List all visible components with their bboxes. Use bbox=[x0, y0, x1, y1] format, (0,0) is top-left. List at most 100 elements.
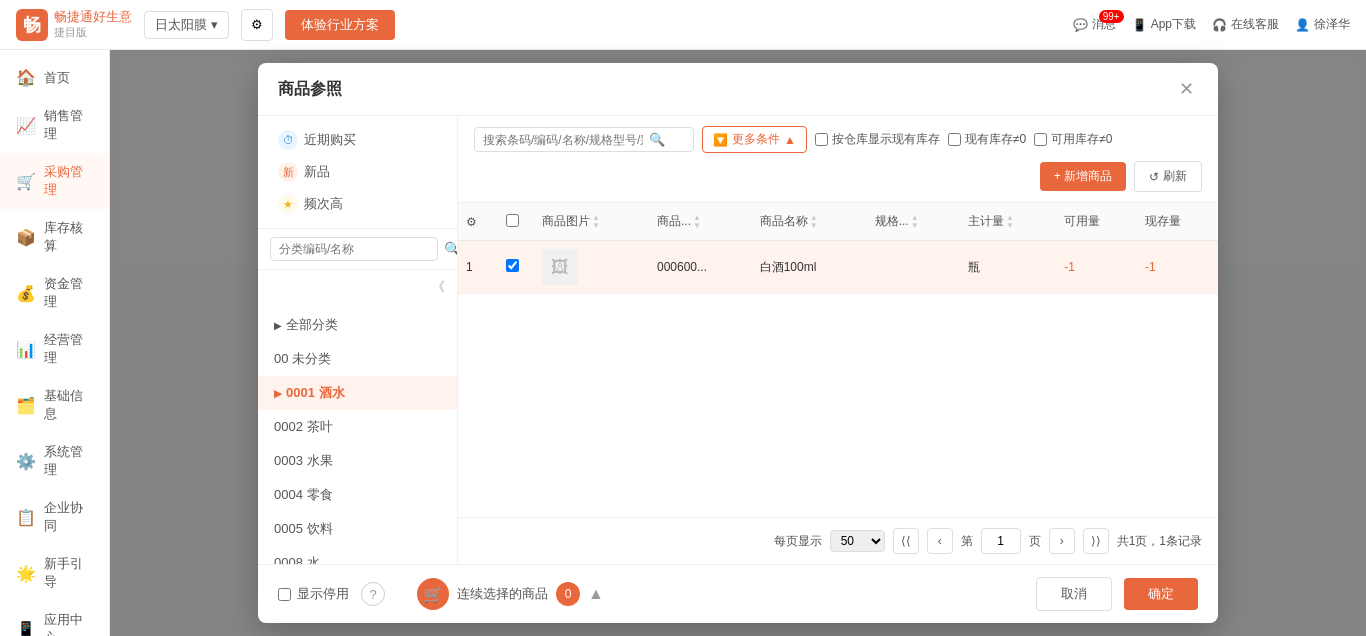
guide-icon: 🌟 bbox=[16, 564, 36, 583]
msg-icon-item[interactable]: 💬 消息 99+ bbox=[1073, 16, 1116, 33]
table-body: 1 🖼 000600... 白酒100ml bbox=[458, 241, 1218, 294]
sort-code[interactable]: 商品... ▲▼ bbox=[657, 213, 744, 230]
cat-0002[interactable]: 0002 茶叶 bbox=[258, 410, 457, 444]
app-download-item[interactable]: 📱 App下载 bbox=[1132, 16, 1196, 33]
sidebar-item-guide[interactable]: 🌟 新手引导 bbox=[0, 545, 109, 601]
branch-selector[interactable]: 日太阳膜 ▾ bbox=[144, 11, 229, 39]
recent-purchase[interactable]: ⏱ 近期购买 bbox=[270, 124, 445, 156]
logo-icon: 畅 bbox=[16, 9, 48, 41]
modal-close-button[interactable]: ✕ bbox=[1174, 77, 1198, 101]
td-unit: 瓶 bbox=[960, 241, 1056, 294]
trial-btn[interactable]: 体验行业方案 bbox=[285, 10, 395, 40]
category-search-input[interactable] bbox=[270, 237, 438, 261]
product-table: ⚙ 商品图片 ▲▼ bbox=[458, 203, 1218, 517]
quick-access: ⏱ 近期购买 新 新品 ★ 频次高 bbox=[258, 116, 457, 229]
cat-0003[interactable]: 0003 水果 bbox=[258, 444, 457, 478]
td-index: 1 bbox=[458, 241, 498, 294]
sort-spec[interactable]: 规格... ▲▼ bbox=[875, 213, 952, 230]
sort-image[interactable]: 商品图片 ▲▼ bbox=[542, 213, 641, 230]
cat-0001[interactable]: ▶ 0001 酒水 bbox=[258, 376, 457, 410]
select-all-checkbox[interactable] bbox=[506, 214, 519, 227]
th-name: 商品名称 ▲▼ bbox=[752, 203, 867, 241]
category-list: ▶ 全部分类 00 未分类 ▶ 0001 酒水 0002 茶 bbox=[258, 304, 457, 564]
product-panel: 🔍 🔽 更多条件 ▲ 按仓库显示现有库存 bbox=[458, 116, 1218, 564]
chevron-down-icon: ▾ bbox=[211, 17, 218, 32]
sidebar-item-purchase[interactable]: 🛒 采购管理 bbox=[0, 153, 109, 209]
td-code: 000600... bbox=[649, 241, 752, 294]
new-products[interactable]: 新 新品 bbox=[270, 156, 445, 188]
user-avatar: 👤 bbox=[1295, 18, 1310, 32]
chevron-up-icon: ▲ bbox=[784, 133, 796, 147]
prev-page-btn[interactable]: ‹ bbox=[927, 528, 953, 554]
warehouse-stock-checkbox[interactable]: 按仓库显示现有库存 bbox=[815, 131, 940, 148]
sidebar-item-finance[interactable]: 💰 资金管理 bbox=[0, 265, 109, 321]
product-search-input[interactable] bbox=[483, 133, 643, 147]
refresh-btn[interactable]: ↺ 刷新 bbox=[1134, 161, 1202, 192]
enterprise-icon: 📋 bbox=[16, 508, 36, 527]
th-stock: 现存量 bbox=[1137, 203, 1218, 241]
settings-icon[interactable]: ⚙ bbox=[466, 215, 477, 229]
sidebar-item-enterprise[interactable]: 📋 企业协同 bbox=[0, 489, 109, 545]
th-code: 商品... ▲▼ bbox=[649, 203, 752, 241]
collapse-cart-icon[interactable]: ▲ bbox=[588, 585, 604, 603]
sidebar-item-app-center[interactable]: 📱 应用中心 bbox=[0, 601, 109, 636]
gear-button[interactable]: ⚙ bbox=[241, 9, 273, 41]
product-search-icon[interactable]: 🔍 bbox=[649, 132, 665, 147]
th-image: 商品图片 ▲▼ bbox=[534, 203, 649, 241]
nonzero-stock-checkbox[interactable]: 现有库存≠0 bbox=[948, 131, 1026, 148]
td-spec bbox=[867, 241, 960, 294]
products-table-element: ⚙ 商品图片 ▲▼ bbox=[458, 203, 1218, 294]
cart-icon[interactable]: 🛒 bbox=[417, 578, 449, 610]
category-search: 🔍 bbox=[258, 229, 457, 270]
sidebar-item-basic-info[interactable]: 🗂️ 基础信息 bbox=[0, 377, 109, 433]
page-label: 第 bbox=[961, 533, 973, 550]
td-checkbox[interactable] bbox=[498, 241, 534, 294]
cat-all[interactable]: ▶ 全部分类 bbox=[258, 308, 457, 342]
user-label: 徐泽华 bbox=[1314, 16, 1350, 33]
service-item[interactable]: 🎧 在线客服 bbox=[1212, 16, 1279, 33]
th-unit: 主计量 ▲▼ bbox=[960, 203, 1056, 241]
sidebar-item-system[interactable]: ⚙️ 系统管理 bbox=[0, 433, 109, 489]
th-available: 可用量 bbox=[1056, 203, 1137, 241]
product-toolbar: 🔍 🔽 更多条件 ▲ 按仓库显示现有库存 bbox=[458, 116, 1218, 203]
modal-body: ⏱ 近期购买 新 新品 ★ 频次高 bbox=[258, 116, 1218, 564]
cat-0004[interactable]: 0004 零食 bbox=[258, 478, 457, 512]
app-label: App下载 bbox=[1151, 16, 1196, 33]
td-stock: -1 bbox=[1137, 241, 1218, 294]
sort-unit[interactable]: 主计量 ▲▼ bbox=[968, 213, 1048, 230]
collapse-btn[interactable]: 《 bbox=[258, 270, 457, 304]
modal-footer: 显示停用 ? 🛒 连续选择的商品 0 ▲ 取消 确定 bbox=[258, 564, 1218, 623]
table-row[interactable]: 1 🖼 000600... 白酒100ml bbox=[458, 241, 1218, 294]
cat-00[interactable]: 00 未分类 bbox=[258, 342, 457, 376]
sidebar-item-sales[interactable]: 📈 销售管理 bbox=[0, 97, 109, 153]
page-input[interactable] bbox=[981, 528, 1021, 554]
confirm-btn[interactable]: 确定 bbox=[1124, 578, 1198, 610]
product-search-box: 🔍 bbox=[474, 127, 694, 152]
frequent-products[interactable]: ★ 频次高 bbox=[270, 188, 445, 220]
help-icon[interactable]: ? bbox=[361, 582, 385, 606]
first-page-btn[interactable]: ⟨⟨ bbox=[893, 528, 919, 554]
td-name: 白酒100ml bbox=[752, 241, 867, 294]
category-search-icon[interactable]: 🔍 bbox=[444, 241, 458, 257]
new-icon: 新 bbox=[278, 162, 298, 182]
more-filter-btn[interactable]: 🔽 更多条件 ▲ bbox=[702, 126, 807, 153]
sort-name[interactable]: 商品名称 ▲▼ bbox=[760, 213, 859, 230]
th-settings: ⚙ bbox=[458, 203, 498, 241]
td-image: 🖼 bbox=[534, 241, 649, 294]
sidebar-item-inventory[interactable]: 📦 库存核算 bbox=[0, 209, 109, 265]
sidebar-item-home[interactable]: 🏠 首页 bbox=[0, 58, 109, 97]
cat-0008[interactable]: 0008 水 bbox=[258, 546, 457, 564]
add-product-btn[interactable]: + 新增商品 bbox=[1040, 162, 1126, 191]
page-size-select[interactable]: 50 100 200 bbox=[830, 530, 885, 552]
row-checkbox[interactable] bbox=[506, 259, 519, 272]
next-page-btn[interactable]: › bbox=[1049, 528, 1075, 554]
th-checkbox bbox=[498, 203, 534, 241]
user-item[interactable]: 👤 徐泽华 bbox=[1295, 16, 1350, 33]
available-nonzero-checkbox[interactable]: 可用库存≠0 bbox=[1034, 131, 1112, 148]
nav-icons: 💬 消息 99+ 📱 App下载 🎧 在线客服 👤 徐泽华 bbox=[1073, 16, 1350, 33]
cat-0005[interactable]: 0005 饮料 bbox=[258, 512, 457, 546]
cancel-btn[interactable]: 取消 bbox=[1036, 577, 1112, 611]
sidebar-item-operations[interactable]: 📊 经营管理 bbox=[0, 321, 109, 377]
show-disabled-checkbox[interactable]: 显示停用 bbox=[278, 585, 349, 603]
last-page-btn[interactable]: ⟩⟩ bbox=[1083, 528, 1109, 554]
